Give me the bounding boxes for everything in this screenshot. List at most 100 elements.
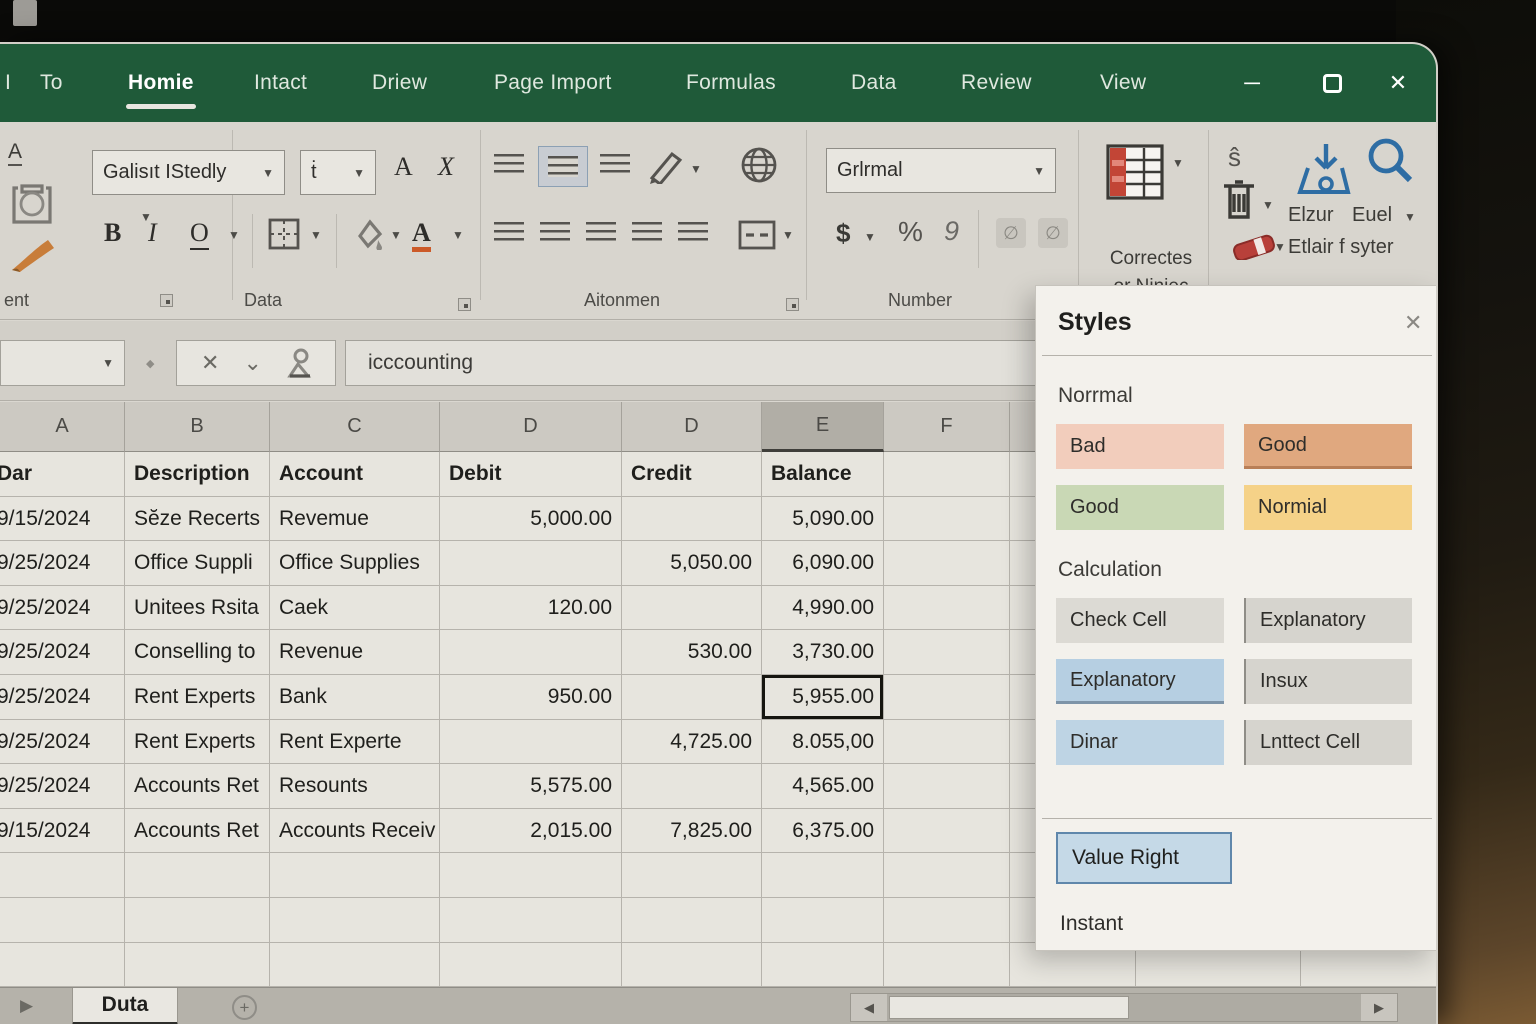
cell[interactable]: Rent Experts — [125, 674, 270, 720]
cell[interactable] — [884, 674, 1010, 720]
cell[interactable]: 3,730.00 — [762, 630, 884, 675]
increase-decimal-icon[interactable]: ∅ — [996, 218, 1026, 248]
cell[interactable]: 120.00 — [440, 585, 622, 631]
cell[interactable] — [440, 541, 622, 586]
align-bottom-icon[interactable] — [600, 154, 630, 175]
cell[interactable]: Debit — [440, 452, 622, 497]
fill-color-icon[interactable] — [352, 218, 386, 250]
comma-style-button[interactable]: 9 — [944, 216, 959, 247]
globe-icon[interactable] — [740, 146, 778, 184]
cell[interactable]: 9/25/2024 — [0, 719, 125, 765]
cell[interactable]: Unitees Rsita — [125, 585, 270, 631]
cell[interactable] — [270, 853, 440, 898]
cell[interactable] — [622, 942, 762, 988]
menu-tab-intact[interactable]: Intact — [254, 44, 307, 122]
format-painter-icon[interactable] — [10, 238, 56, 274]
cell[interactable]: Description — [125, 452, 270, 497]
cell[interactable]: Revenue — [270, 630, 440, 675]
minimize-button[interactable]: ─ — [1232, 44, 1272, 122]
cell[interactable] — [622, 674, 762, 720]
cell[interactable]: Accounts Receiv — [270, 808, 440, 854]
font-color-dropdown[interactable]: ▼ — [452, 228, 464, 242]
column-header-F[interactable]: F — [884, 402, 1010, 452]
font-name-select[interactable]: Galisıt IStedly ▼ — [92, 150, 285, 195]
underline-dropdown[interactable]: ▼ — [228, 228, 240, 242]
decrease-indent-icon[interactable] — [632, 222, 662, 243]
style-chip-bad[interactable]: Bad — [1056, 424, 1224, 469]
orientation-icon[interactable] — [646, 148, 686, 184]
font-size-select[interactable]: ṫ ▼ — [300, 150, 376, 195]
close-button[interactable]: ✕ — [1378, 44, 1418, 122]
find-label[interactable]: Euel — [1352, 204, 1392, 227]
cell[interactable] — [0, 897, 125, 943]
clipboard-dialog-launcher[interactable] — [160, 294, 173, 307]
menu-tab-review[interactable]: Review — [961, 44, 1032, 122]
align-left-icon[interactable] — [494, 222, 524, 243]
column-header-C[interactable]: C — [270, 402, 440, 452]
cell[interactable]: Office Supplies — [270, 541, 440, 586]
currency-dropdown[interactable]: ▼ — [864, 230, 876, 244]
align-center-icon[interactable] — [540, 222, 570, 243]
cell[interactable] — [884, 496, 1010, 542]
cell[interactable]: 5,955.00 — [762, 674, 884, 720]
formula-bar-splitter[interactable]: ◆ — [146, 357, 154, 370]
find-select-icon[interactable] — [1366, 136, 1414, 184]
cell[interactable]: Dar — [0, 452, 125, 497]
cell[interactable] — [622, 496, 762, 542]
cell[interactable] — [125, 897, 270, 943]
cell[interactable]: 9/15/2024 — [0, 808, 125, 854]
cell[interactable] — [884, 585, 1010, 631]
cell[interactable] — [884, 853, 1010, 898]
cell[interactable]: 4,565.00 — [762, 764, 884, 809]
cell[interactable] — [762, 853, 884, 898]
sort-filter-label[interactable]: Etlair f syter — [1288, 236, 1394, 259]
styles-panel-close-icon[interactable]: ✕ — [1404, 310, 1422, 336]
cell[interactable] — [0, 942, 125, 988]
cell[interactable] — [884, 452, 1010, 497]
cell[interactable]: Accounts Ret — [125, 808, 270, 854]
fill-color-dropdown[interactable]: ▼ — [390, 228, 402, 242]
cell[interactable]: Revemue — [270, 496, 440, 542]
clear-eraser-icon[interactable] — [1232, 234, 1276, 260]
style-chip-good[interactable]: Good — [1244, 424, 1412, 469]
clipboard-icon[interactable] — [8, 180, 56, 226]
fill-down-icon[interactable] — [1296, 140, 1358, 198]
cell[interactable]: 5,575.00 — [440, 764, 622, 809]
cell[interactable]: 5,050.00 — [622, 541, 762, 586]
cell[interactable]: 950.00 — [440, 674, 622, 720]
cell[interactable] — [622, 853, 762, 898]
style-chip-selected[interactable]: Value Right — [1056, 832, 1232, 884]
cell[interactable] — [440, 897, 622, 943]
style-chip-explanatory[interactable]: Explanatory — [1244, 598, 1412, 643]
menu-tab-data[interactable]: Data — [851, 44, 897, 122]
cancel-button[interactable]: ✕ — [201, 350, 219, 376]
cell[interactable] — [622, 585, 762, 631]
delete-dropdown[interactable]: ▼ — [1262, 198, 1274, 212]
style-chip-dinar[interactable]: Dinar — [1056, 720, 1224, 765]
scrollbar-thumb[interactable] — [889, 996, 1129, 1019]
font-dialog-launcher[interactable] — [458, 298, 471, 311]
cell[interactable]: 7,825.00 — [622, 808, 762, 854]
cell[interactable] — [622, 764, 762, 809]
column-header-B[interactable]: B — [125, 402, 270, 452]
shrink-font-button[interactable]: X — [438, 152, 454, 182]
menu-tab-i[interactable]: I — [5, 44, 11, 122]
menu-tab-driew[interactable]: Driew — [372, 44, 427, 122]
cell[interactable]: 2,015.00 — [440, 808, 622, 854]
cell[interactable] — [622, 897, 762, 943]
column-header-D[interactable]: D — [622, 402, 762, 452]
conditional-formatting-icon[interactable] — [1106, 144, 1164, 200]
column-header-E[interactable]: E — [762, 402, 884, 452]
cell[interactable] — [270, 942, 440, 988]
cell[interactable]: 4,725.00 — [622, 719, 762, 765]
paste-partial-icon[interactable]: A — [8, 140, 23, 166]
cell[interactable]: 6,375.00 — [762, 808, 884, 854]
cell[interactable]: Conselling to — [125, 630, 270, 675]
cell[interactable]: 9/25/2024 — [0, 674, 125, 720]
cell[interactable] — [440, 719, 622, 765]
insert-function-icon[interactable] — [286, 348, 314, 378]
cell[interactable]: Sĕze Recerts — [125, 496, 270, 542]
cell[interactable]: 9/25/2024 — [0, 585, 125, 631]
cell[interactable]: Accounts Ret — [125, 764, 270, 809]
cell[interactable] — [440, 942, 622, 988]
